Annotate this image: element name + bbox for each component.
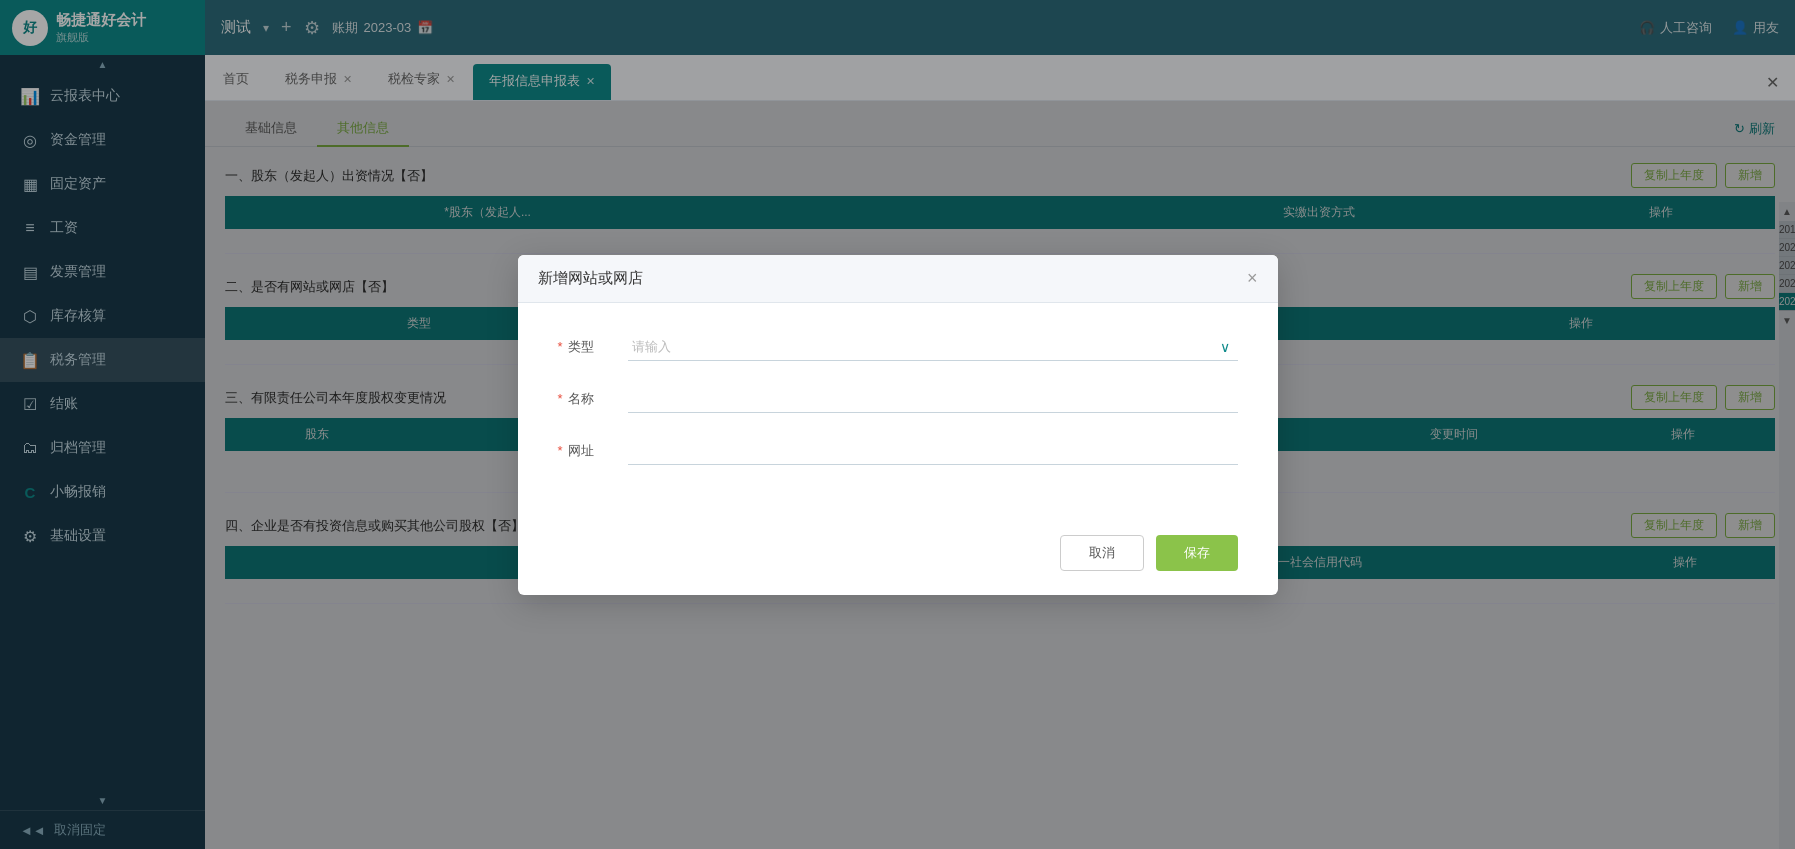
type-input[interactable] [628,333,1238,361]
name-label-text: 名称 [568,391,594,406]
form-row-type: * 类型 ∨ [558,333,1238,361]
dialog-overlay: 新增网站或网店 × * 类型 ∨ * 名称 [0,0,1795,849]
form-row-name: * 名称 [558,385,1238,413]
name-input[interactable] [628,385,1238,413]
dialog-close-button[interactable]: × [1247,269,1258,287]
url-required: * [558,443,563,458]
dialog-footer: 取消 保存 [518,519,1278,595]
url-input-wrap [628,437,1238,465]
url-label-text: 网址 [568,443,594,458]
name-label: * 名称 [558,390,628,408]
url-input[interactable] [628,437,1238,465]
dialog-header: 新增网站或网店 × [518,255,1278,303]
add-website-dialog: 新增网站或网店 × * 类型 ∨ * 名称 [518,255,1278,595]
dialog-body: * 类型 ∨ * 名称 [518,303,1278,519]
name-input-wrap [628,385,1238,413]
name-required: * [558,391,563,406]
type-required: * [558,339,563,354]
dialog-title: 新增网站或网店 [538,269,643,288]
type-input-wrap: ∨ [628,333,1238,361]
url-label: * 网址 [558,442,628,460]
type-label: * 类型 [558,338,628,356]
save-button[interactable]: 保存 [1156,535,1238,571]
type-label-text: 类型 [568,339,594,354]
cancel-button[interactable]: 取消 [1060,535,1144,571]
form-row-url: * 网址 [558,437,1238,465]
